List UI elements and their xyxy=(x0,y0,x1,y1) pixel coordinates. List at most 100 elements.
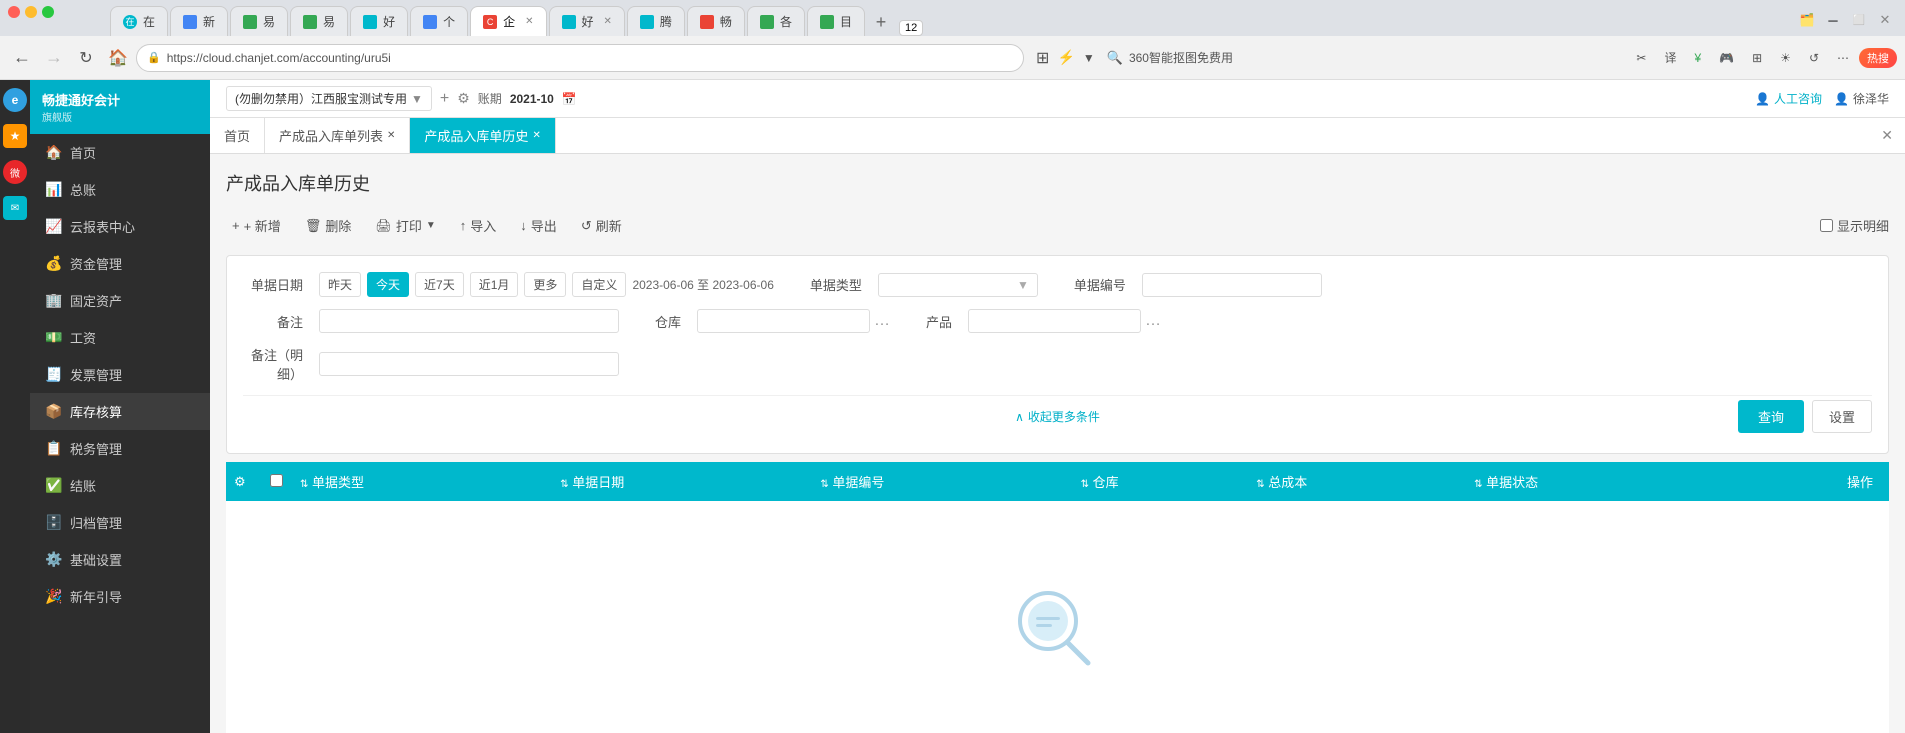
sidebar-item-assets[interactable]: 🏢 固定资产 xyxy=(30,282,210,319)
add-company-btn[interactable]: + xyxy=(440,90,449,108)
show-cols-toggle[interactable]: 显示明细 xyxy=(1820,216,1889,235)
tab-12[interactable]: 目 xyxy=(807,6,865,36)
warehouse-dots-btn[interactable]: … xyxy=(874,312,890,330)
number-input[interactable] xyxy=(1142,273,1322,297)
gear-settings-icon[interactable]: ⚙ xyxy=(234,474,246,489)
table-col-warehouse[interactable]: ⇅ 仓库 xyxy=(1073,462,1249,501)
table-col-date[interactable]: ⇅ 单据日期 xyxy=(552,462,812,501)
print-btn[interactable]: 🖨 打印 ▼ xyxy=(369,212,441,239)
minimize-btn[interactable]: ─ xyxy=(1821,8,1845,32)
tab-4[interactable]: 易 xyxy=(290,6,348,36)
breadcrumb-history-close[interactable]: ✕ xyxy=(532,130,540,141)
home-btn[interactable]: 🏠 xyxy=(104,44,132,72)
tab-7-close[interactable]: ✕ xyxy=(525,16,533,27)
tab-1[interactable]: 在 在 xyxy=(110,6,168,36)
note-input[interactable] xyxy=(319,309,619,333)
setting-btn[interactable]: 设置 xyxy=(1812,400,1872,433)
refresh-btn[interactable]: ↺ 刷新 xyxy=(575,212,628,239)
tab-5[interactable]: 好 xyxy=(350,6,408,36)
sidebar-item-reports[interactable]: 📈 云报表中心 xyxy=(30,208,210,245)
new-tab-btn[interactable]: + xyxy=(867,8,895,36)
tab-8-close[interactable]: ✕ xyxy=(604,16,612,27)
tab-8[interactable]: 好 ✕ xyxy=(549,6,625,36)
grid-icon[interactable]: ⊞ xyxy=(1036,48,1049,68)
theme-btn[interactable]: ☀ xyxy=(1774,49,1797,67)
select-all-checkbox[interactable] xyxy=(270,474,283,487)
breadcrumb-list[interactable]: 产成品入库单列表 ✕ xyxy=(265,118,410,153)
ext-weibo-icon[interactable]: 微 xyxy=(3,160,27,184)
breadcrumb-list-close[interactable]: ✕ xyxy=(387,130,395,141)
game-btn[interactable]: 🎮 xyxy=(1713,49,1740,67)
tab-6[interactable]: 个 xyxy=(410,6,468,36)
delete-btn[interactable]: 🗑 删除 xyxy=(299,212,358,239)
tab-7[interactable]: C 企 ✕ xyxy=(470,6,546,36)
table-col-gear[interactable]: ⚙ xyxy=(226,462,262,501)
table-col-number[interactable]: ⇅ 单据编号 xyxy=(812,462,1072,501)
tab-3[interactable]: 易 xyxy=(230,6,288,36)
product-input[interactable] xyxy=(968,309,1141,333)
scissors-btn[interactable]: ✂ xyxy=(1630,49,1652,67)
back-btn[interactable]: ← xyxy=(8,44,36,72)
date-more-btn[interactable]: 更多 xyxy=(524,272,566,297)
note-detail-input[interactable] xyxy=(319,352,619,376)
import-btn[interactable]: ↑ 导入 xyxy=(454,212,503,239)
ext-star-icon[interactable]: ★ xyxy=(3,124,27,148)
more-btn[interactable]: ⋯ xyxy=(1831,49,1855,67)
minimize-window-btn[interactable] xyxy=(25,6,37,18)
translate-btn[interactable]: 译 xyxy=(1658,47,1682,68)
date-yesterday-btn[interactable]: 昨天 xyxy=(319,272,361,297)
sidebar-item-tax[interactable]: 📋 税务管理 xyxy=(30,430,210,467)
calendar-icon[interactable]: 📅 xyxy=(562,92,577,106)
yuan-btn[interactable]: ¥ xyxy=(1688,49,1707,67)
sidebar-item-invoice[interactable]: 🧾 发票管理 xyxy=(30,356,210,393)
chevron-down-icon[interactable]: ▼ xyxy=(1083,51,1095,65)
product-dots-btn[interactable]: … xyxy=(1145,312,1161,330)
tab-11[interactable]: 各 xyxy=(747,6,805,36)
restore-size-btn[interactable]: ⬜ xyxy=(1847,8,1871,32)
sidebar-item-settlement[interactable]: ✅ 结账 xyxy=(30,467,210,504)
sidebar-item-inventory[interactable]: 📦 库存核算 xyxy=(30,393,210,430)
breadcrumb-home[interactable]: 首页 xyxy=(210,118,265,153)
lightning-icon[interactable]: ⚡ xyxy=(1057,49,1074,66)
sidebar-item-salary[interactable]: 💵 工资 xyxy=(30,319,210,356)
page-panel-close-btn[interactable]: ✕ xyxy=(1869,119,1905,152)
warehouse-input[interactable] xyxy=(697,309,870,333)
query-btn[interactable]: 查询 xyxy=(1738,400,1804,433)
tab-10[interactable]: 畅 xyxy=(687,6,745,36)
date-7days-btn[interactable]: 近7天 xyxy=(415,272,464,297)
table-col-status[interactable]: ⇅ 单据状态 xyxy=(1466,462,1726,501)
close-window-btn[interactable] xyxy=(8,6,20,18)
restore-btn[interactable]: 🗂️ xyxy=(1795,8,1819,32)
sidebar-item-guide[interactable]: 🎉 新年引导 xyxy=(30,578,210,615)
url-bar[interactable]: 🔒 https://cloud.chanjet.com/accounting/u… xyxy=(136,44,1024,72)
date-1month-btn[interactable]: 近1月 xyxy=(470,272,519,297)
collapse-btn[interactable]: ∧ 收起更多条件 xyxy=(1015,408,1100,425)
forward-btn[interactable]: → xyxy=(40,44,68,72)
add-btn[interactable]: + + 新增 xyxy=(226,212,287,239)
breadcrumb-history[interactable]: 产成品入库单历史 ✕ xyxy=(410,118,555,153)
reload-btn[interactable]: ↻ xyxy=(72,44,100,72)
close-btn[interactable]: ✕ xyxy=(1873,8,1897,32)
sidebar-item-finance[interactable]: 💰 资金管理 xyxy=(30,245,210,282)
hot-search-btn[interactable]: 热搜 xyxy=(1859,48,1897,68)
export-btn[interactable]: ↓ 导出 xyxy=(514,212,563,239)
maximize-window-btn[interactable] xyxy=(42,6,54,18)
show-cols-checkbox[interactable] xyxy=(1820,219,1833,232)
table-col-type[interactable]: ⇅ 单据类型 xyxy=(292,462,552,501)
service-btn[interactable]: 👤 人工咨询 xyxy=(1755,90,1822,107)
date-today-btn[interactable]: 今天 xyxy=(367,272,409,297)
sidebar-item-settings[interactable]: ⚙️ 基础设置 xyxy=(30,541,210,578)
company-selector[interactable]: (勿删勿禁用）江西服宝测试专用 ▼ xyxy=(226,86,432,111)
type-select[interactable]: ▼ xyxy=(878,273,1038,297)
tab-9[interactable]: 腾 xyxy=(627,6,685,36)
table-col-checkbox[interactable] xyxy=(262,462,292,501)
sidebar-item-ledger[interactable]: 📊 总账 xyxy=(30,171,210,208)
date-custom-btn[interactable]: 自定义 xyxy=(572,272,626,297)
table-col-total-cost[interactable]: ⇅ 总成本 xyxy=(1248,462,1466,501)
ext-mail-icon[interactable]: ✉ xyxy=(3,196,27,220)
reload2-btn[interactable]: ↺ xyxy=(1803,49,1825,67)
sidebar-item-home[interactable]: 🏠 首页 xyxy=(30,134,210,171)
tab-2[interactable]: 新 xyxy=(170,6,228,36)
ext-360-icon[interactable]: e xyxy=(3,88,27,112)
apps-btn[interactable]: ⊞ xyxy=(1746,49,1768,67)
